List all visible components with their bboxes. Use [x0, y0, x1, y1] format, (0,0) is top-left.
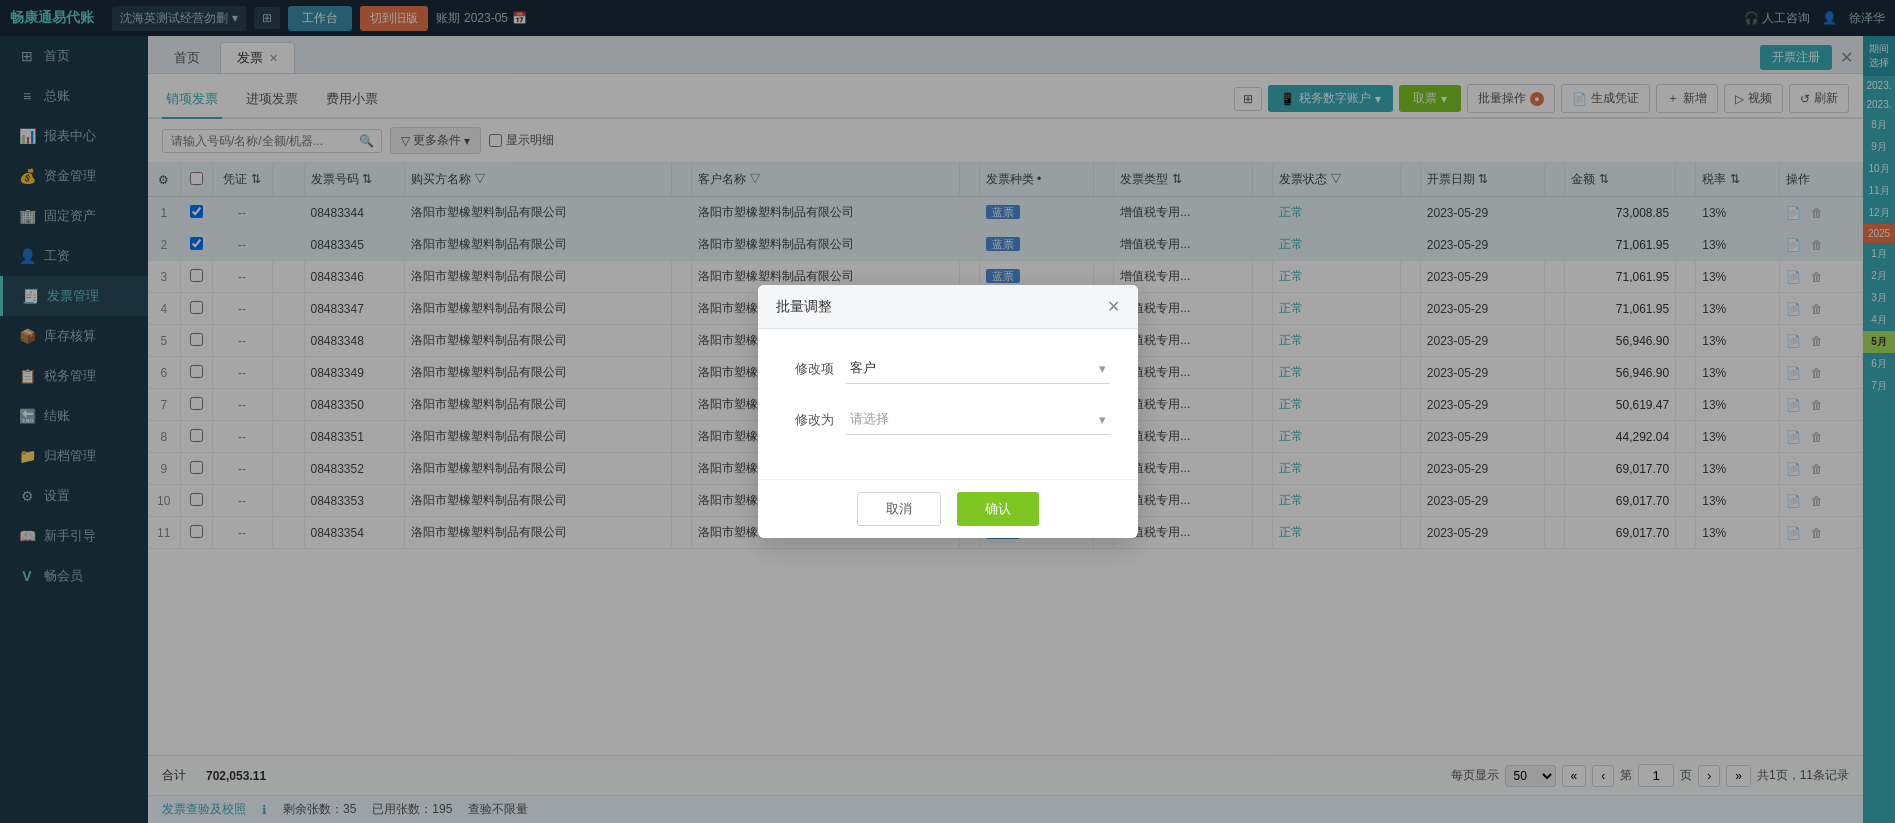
batch-adjust-modal: 批量调整 ✕ 修改项 客户 ▾ 修改为 请选择 ▾ 取消 确认	[758, 285, 1138, 538]
modal-footer: 取消 确认	[758, 479, 1138, 538]
modify-field-label: 修改项	[786, 360, 834, 378]
select-down-icon: ▾	[1099, 361, 1106, 376]
modify-to-row: 修改为 请选择 ▾	[786, 404, 1110, 435]
modal-title: 批量调整	[776, 298, 832, 316]
modify-field-row: 修改项 客户 ▾	[786, 353, 1110, 384]
modify-field-value: 客户	[850, 359, 876, 377]
select-down-icon2: ▾	[1099, 412, 1106, 427]
modify-field-select[interactable]: 客户 ▾	[846, 353, 1110, 384]
modal-body: 修改项 客户 ▾ 修改为 请选择 ▾	[758, 329, 1138, 479]
modify-to-select[interactable]: 请选择 ▾	[846, 404, 1110, 435]
modal-overlay: 批量调整 ✕ 修改项 客户 ▾ 修改为 请选择 ▾ 取消 确认	[0, 0, 1895, 823]
modify-to-placeholder: 请选择	[850, 410, 889, 428]
cancel-button[interactable]: 取消	[857, 492, 941, 526]
confirm-button[interactable]: 确认	[957, 492, 1039, 526]
modal-header: 批量调整 ✕	[758, 285, 1138, 329]
modal-close-btn[interactable]: ✕	[1107, 297, 1120, 316]
modify-to-label: 修改为	[786, 411, 834, 429]
